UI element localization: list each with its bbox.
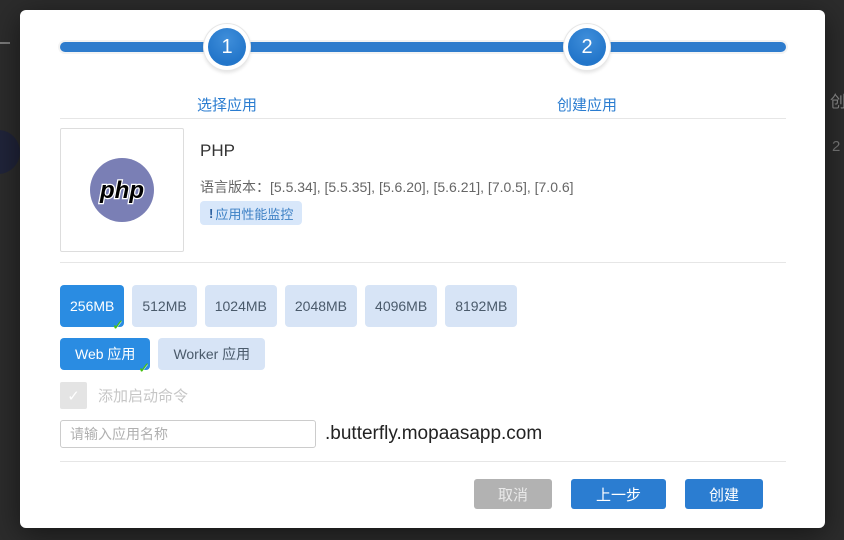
memory-option-label: 8192MB [455, 298, 508, 314]
app-card: php [60, 128, 184, 252]
background-tab-fragment [0, 30, 10, 44]
app-type-option-label: Worker 应用 [173, 346, 251, 362]
startup-command-checkbox[interactable]: ✓ [60, 382, 87, 409]
memory-option-label: 4096MB [375, 298, 428, 314]
divider [60, 262, 786, 263]
memory-size-options: 256MB ✓ 512MB 1024MB 2048MB 4096MB 8192M… [60, 285, 518, 334]
divider [60, 118, 786, 119]
step-1-number: 1 [208, 28, 246, 66]
app-type-option-label: Web 应用 [75, 346, 136, 362]
app-name-title: PHP [200, 141, 235, 160]
performance-monitor-badge-label: 应用性能监控 [215, 206, 294, 222]
memory-option-1024mb[interactable]: 1024MB [204, 285, 277, 327]
domain-suffix: .butterfly.mopaasapp.com [325, 423, 543, 444]
memory-option-2048mb[interactable]: 2048MB [284, 285, 358, 327]
divider [60, 461, 786, 462]
check-icon: ✓ [137, 360, 151, 377]
app-versions-label: 语言版本： [200, 179, 270, 195]
create-button[interactable]: 创建 [685, 479, 763, 509]
step-2-indicator[interactable]: 2 [563, 23, 611, 71]
background-text-fragment: 创 [830, 94, 844, 111]
check-icon: ✓ [67, 387, 80, 405]
app-name-row: .butterfly.mopaasapp.com [60, 420, 542, 448]
dialog-footer: 取消 上一步 创建 [474, 479, 763, 509]
stepper-progress-bar [60, 42, 786, 52]
create-app-dialog: 1 2 选择应用 创建应用 php PHP 语言版本：[5.5.34], [5.… [20, 10, 825, 528]
memory-option-label: 2048MB [294, 298, 348, 314]
app-versions: 语言版本：[5.5.34], [5.5.35], [5.6.20], [5.6.… [200, 177, 574, 197]
previous-step-button[interactable]: 上一步 [571, 479, 666, 509]
background-logo-circle [0, 130, 20, 174]
memory-option-4096mb[interactable]: 4096MB [365, 285, 438, 327]
check-icon: ✓ [111, 317, 125, 334]
app-name-input[interactable] [60, 420, 316, 448]
php-logo-text: php [99, 177, 144, 204]
memory-option-label: 256MB [70, 298, 115, 314]
memory-option-label: 1024MB [214, 298, 267, 314]
app-type-option-worker[interactable]: Worker 应用 [158, 338, 266, 370]
startup-command-row: ✓ 添加启动命令 [60, 382, 188, 409]
step-1-label: 选择应用 [196, 97, 258, 114]
app-type-options: Web 应用 ✓ Worker 应用 [60, 338, 266, 377]
app-type-option-web[interactable]: Web 应用 ✓ [60, 338, 151, 377]
startup-command-label: 添加启动命令 [98, 388, 189, 405]
cancel-button[interactable]: 取消 [474, 479, 552, 509]
alert-icon: ! [209, 205, 214, 221]
memory-option-label: 512MB [142, 298, 187, 314]
background-text-fragment: 2 [832, 138, 841, 155]
performance-monitor-badge[interactable]: ! 应用性能监控 [200, 201, 303, 225]
app-versions-list: [5.5.34], [5.5.35], [5.6.20], [5.6.21], … [270, 179, 574, 195]
memory-option-512mb[interactable]: 512MB [132, 285, 197, 327]
memory-option-256mb[interactable]: 256MB ✓ [60, 285, 125, 334]
memory-option-8192mb[interactable]: 8192MB [445, 285, 518, 327]
step-1-indicator[interactable]: 1 [203, 23, 251, 71]
step-2-label: 创建应用 [556, 97, 618, 114]
php-logo-icon: php [90, 158, 154, 222]
step-2-number: 2 [568, 28, 606, 66]
